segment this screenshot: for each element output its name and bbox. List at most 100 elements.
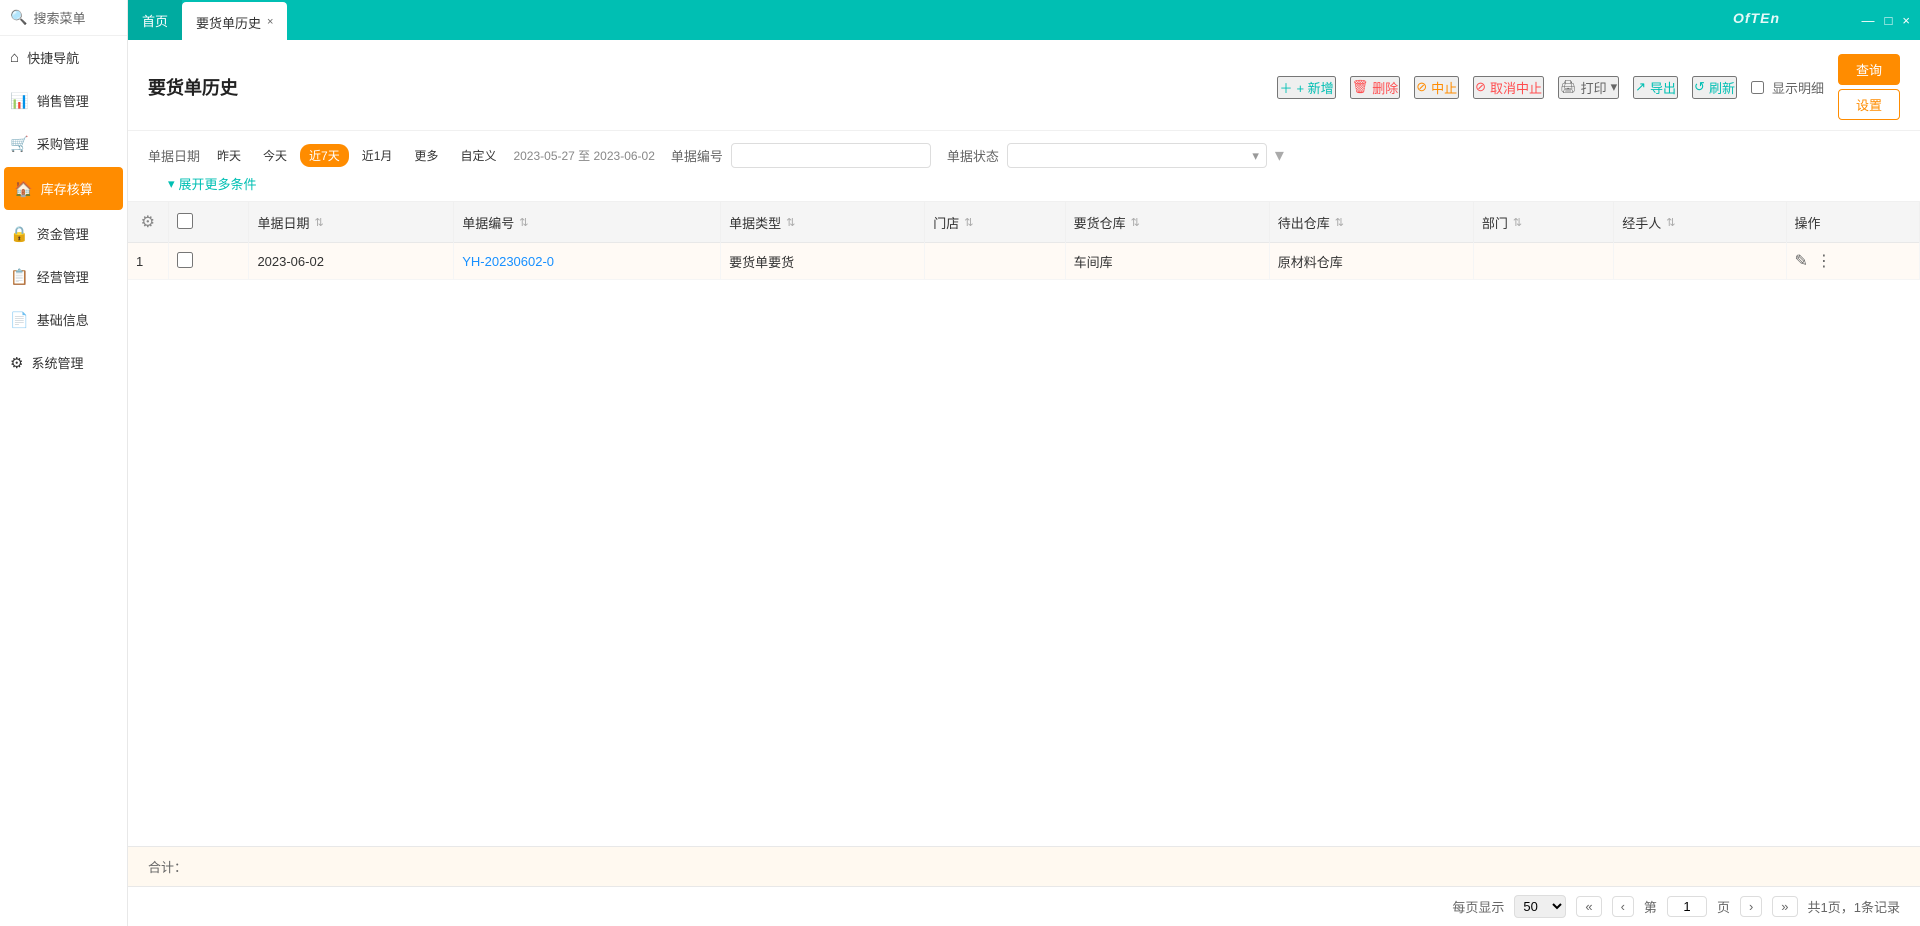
table-row: 1 2023-06-02 YH-20230602-0 要货单要货 车间库 原材料… [128, 243, 1920, 280]
first-page-button[interactable]: « [1576, 896, 1601, 917]
sidebar-item-purchase[interactable]: 🛒 采购管理 [0, 122, 127, 165]
sidebar-item-operations[interactable]: 📋 经营管理 [0, 255, 127, 298]
date-btn-today[interactable]: 今天 [254, 144, 296, 167]
sidebar-item-label: 快捷导航 [27, 48, 79, 67]
sidebar-item-label: 采购管理 [37, 134, 89, 153]
col-settings: ⚙ [128, 202, 168, 243]
row-date: 2023-06-02 [249, 243, 454, 280]
row-checkbox [168, 243, 249, 280]
date-btn-last-month[interactable]: 近1月 [353, 144, 402, 167]
sidebar-item-system[interactable]: ⚙ 系统管理 [0, 341, 127, 384]
export-icon: ↗ [1635, 79, 1646, 95]
add-button[interactable]: ＋ + 新增 [1277, 76, 1335, 99]
print-button[interactable]: 🖨 打印 ▾ [1558, 76, 1619, 99]
refresh-button[interactable]: ↺ 刷新 [1692, 76, 1737, 99]
cancel-stop-button[interactable]: ⊘ 取消中止 [1473, 76, 1544, 99]
date-btn-yesterday[interactable]: 昨天 [208, 144, 250, 167]
col-date-header[interactable]: 单据日期 ⇅ [249, 202, 454, 243]
doc-number-input[interactable] [731, 143, 931, 168]
tab-requisition-history[interactable]: 要货单历史 × [182, 2, 287, 42]
col-req-warehouse-header[interactable]: 要货仓库 ⇅ [1065, 202, 1269, 243]
print-dropdown-icon: ▾ [1611, 79, 1618, 95]
col-number-header[interactable]: 单据编号 ⇅ [454, 202, 721, 243]
show-detail-checkbox[interactable] [1751, 81, 1764, 94]
doc-status-label: 单据状态 [947, 146, 999, 165]
sidebar-item-inventory[interactable]: 🏠 库存核算 [4, 167, 123, 210]
query-button[interactable]: 查询 [1838, 54, 1900, 85]
sidebar-item-label: 系统管理 [31, 353, 83, 372]
sidebar-item-finance[interactable]: 🔒 资金管理 [0, 212, 127, 255]
sidebar-item-label: 经营管理 [37, 267, 89, 286]
select-all-checkbox[interactable] [177, 213, 193, 229]
expand-icon: ▾ [168, 176, 175, 192]
stop-button[interactable]: ⊘ 中止 [1414, 76, 1459, 99]
delete-button[interactable]: 🗑 删除 [1350, 76, 1401, 99]
prev-page-button[interactable]: ‹ [1612, 896, 1634, 917]
row-select-checkbox[interactable] [177, 252, 193, 268]
cart-icon: 🛒 [10, 135, 29, 153]
gear-icon: ⚙ [10, 354, 23, 372]
tab-home[interactable]: 首页 [128, 0, 182, 40]
page-number-input[interactable] [1667, 896, 1707, 917]
date-range-display: 2023-05-27 至 2023-06-02 [513, 147, 654, 164]
sort-pending-warehouse-icon: ⇅ [1335, 216, 1344, 229]
doc-status-select-wrapper [1007, 143, 1267, 168]
search-menu[interactable]: 🔍 搜索菜单 [0, 0, 127, 36]
sort-req-warehouse-icon: ⇅ [1131, 216, 1140, 229]
col-store-header[interactable]: 门店 ⇅ [925, 202, 1065, 243]
col-department-header[interactable]: 部门 ⇅ [1473, 202, 1613, 243]
row-store [925, 243, 1065, 280]
col-checkbox-header [168, 202, 249, 243]
sidebar-item-label: 基础信息 [37, 310, 89, 329]
topbar-window-controls: — □ × [1862, 13, 1920, 28]
column-settings-icon[interactable]: ⚙ [141, 214, 155, 231]
last-page-button[interactable]: » [1772, 896, 1797, 917]
settings-button[interactable]: 设置 [1838, 89, 1900, 120]
sidebar: 🔍 搜索菜单 ⌂ 快捷导航 📊 销售管理 🛒 采购管理 🏠 库存核算 🔒 资金管… [0, 0, 128, 926]
next-page-button[interactable]: › [1740, 896, 1762, 917]
sidebar-item-quick-nav[interactable]: ⌂ 快捷导航 [0, 36, 127, 79]
sidebar-item-sales[interactable]: 📊 销售管理 [0, 79, 127, 122]
sort-number-icon: ⇅ [519, 216, 528, 229]
col-handler-header[interactable]: 经手人 ⇅ [1614, 202, 1786, 243]
filter-row: 单据日期 昨天 今天 近7天 近1月 更多 自定义 2023-05-27 至 2… [148, 143, 1900, 168]
sidebar-item-label: 资金管理 [37, 224, 89, 243]
page-size-label: 每页显示 [1452, 897, 1504, 916]
maximize-button[interactable]: □ [1885, 13, 1893, 28]
row-number-link[interactable]: YH-20230602-0 [462, 254, 554, 269]
date-btn-more[interactable]: 更多 [405, 144, 447, 167]
show-detail-toggle[interactable]: 显示明细 [1751, 78, 1824, 97]
col-type-header[interactable]: 单据类型 ⇅ [721, 202, 925, 243]
doc-status-clear-icon[interactable]: ▾ [1275, 145, 1284, 166]
more-action-icon[interactable]: ⋮ [1816, 251, 1832, 271]
date-btn-last7days[interactable]: 近7天 [300, 144, 349, 167]
cancel-stop-icon: ⊘ [1475, 79, 1486, 95]
col-action-header: 操作 [1786, 202, 1920, 243]
date-btn-custom[interactable]: 自定义 [451, 144, 505, 167]
row-type: 要货单要货 [721, 243, 925, 280]
row-handler [1614, 243, 1786, 280]
col-pending-warehouse-header[interactable]: 待出仓库 ⇅ [1269, 202, 1473, 243]
tab-requisition-label: 要货单历史 [196, 13, 261, 32]
tab-close-icon[interactable]: × [267, 16, 273, 28]
doc-status-filter-group: 单据状态 ▾ [947, 143, 1284, 168]
summary-label: 合计： [148, 857, 187, 876]
lock-icon: 🔒 [10, 225, 29, 243]
export-button[interactable]: ↗ 导出 [1633, 76, 1678, 99]
sidebar-item-basic-info[interactable]: 📄 基础信息 [0, 298, 127, 341]
inventory-icon: 🏠 [14, 180, 33, 198]
date-filter-label: 单据日期 [148, 146, 200, 165]
sidebar-item-label: 销售管理 [37, 91, 89, 110]
close-window-button[interactable]: × [1902, 13, 1910, 28]
content-area: 要货单历史 ＋ + 新增 🗑 删除 ⊘ 中止 ⊘ 取消中止 [128, 40, 1920, 926]
expand-label: 展开更多条件 [179, 174, 257, 193]
row-department [1473, 243, 1613, 280]
footer-summary: 合计： [128, 846, 1920, 886]
expand-more[interactable]: ▾ 展开更多条件 [148, 168, 1900, 193]
search-icon: 🔍 [10, 9, 27, 26]
page-title: 要货单历史 [148, 74, 238, 100]
doc-status-select[interactable] [1007, 143, 1267, 168]
edit-icon[interactable]: ✎ [1795, 251, 1808, 271]
minimize-button[interactable]: — [1862, 13, 1875, 28]
page-size-select[interactable]: 20 50 100 [1514, 895, 1566, 918]
